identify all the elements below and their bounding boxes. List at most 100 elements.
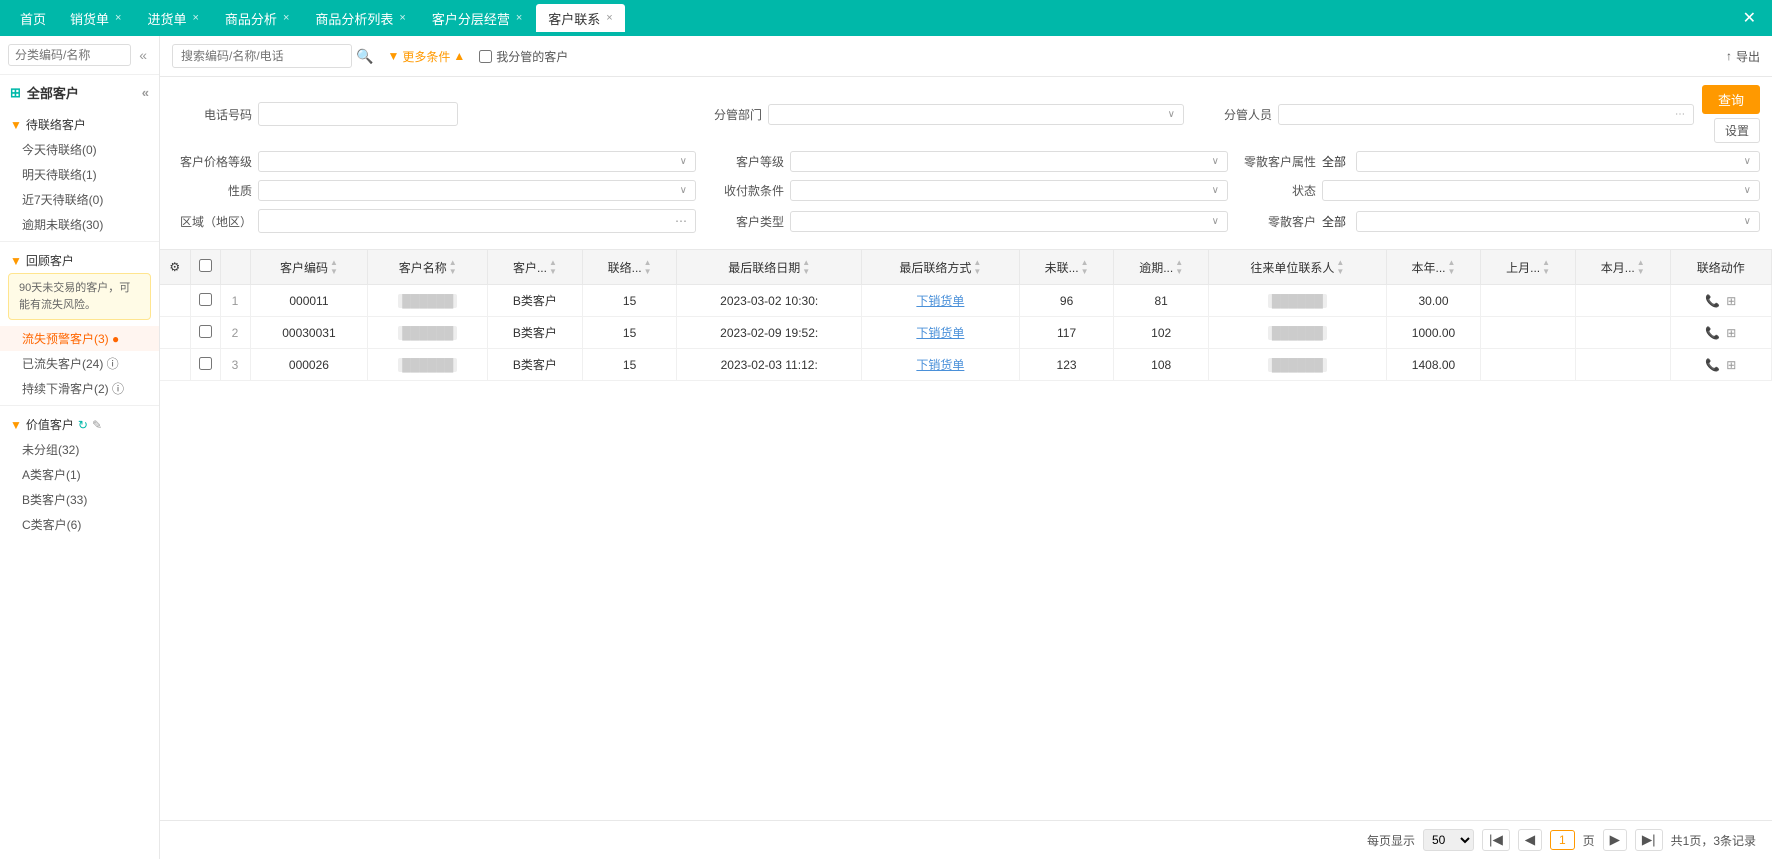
this-month-cell <box>1575 317 1670 349</box>
th-contact-count[interactable]: 联络...▲▼ <box>582 250 677 285</box>
th-last-contact-date[interactable]: 最后联络日期▲▼ <box>677 250 862 285</box>
th-customer-type[interactable]: 客户...▲▼ <box>488 250 583 285</box>
edit-icon[interactable]: ✎ <box>92 418 102 432</box>
last-contact-method-cell[interactable]: 下销货单 <box>862 317 1020 349</box>
tab-product-analysis[interactable]: 商品分析 × <box>213 4 301 32</box>
customer-type-select[interactable]: ∨ <box>790 211 1228 232</box>
sidebar-item-class-a[interactable]: A类客户(1) <box>0 462 159 487</box>
tab-home[interactable]: 首页 <box>8 9 58 28</box>
tab-purchase-order[interactable]: 进货单 × <box>135 4 210 32</box>
phone-action-icon[interactable]: 📞 <box>1705 294 1720 308</box>
sidebar-item-7days-pending[interactable]: 近7天待联络(0) <box>0 187 159 212</box>
more-action-icon[interactable]: ⊞ <box>1726 294 1736 308</box>
th-last-month[interactable]: 上月...▲▼ <box>1481 250 1576 285</box>
tab-close-customer-stratification[interactable]: × <box>516 12 522 24</box>
tab-customer-contact[interactable]: 客户联系 × <box>536 4 624 32</box>
th-this-month[interactable]: 本月...▲▼ <box>1575 250 1670 285</box>
my-customers-checkbox[interactable] <box>479 50 492 63</box>
sidebar-item-today-pending[interactable]: 今天待联络(0) <box>0 137 159 162</box>
page-next-button[interactable]: ▶ <box>1603 829 1627 851</box>
page-prev-button[interactable]: ◀ <box>1518 829 1542 851</box>
sidebar-item-unclassified[interactable]: 未分组(32) <box>0 437 159 462</box>
close-app-button[interactable]: ✕ <box>1735 8 1764 28</box>
payment-label: 收付款条件 <box>704 182 784 199</box>
more-action-icon[interactable]: ⊞ <box>1726 358 1736 372</box>
page-size-select[interactable]: 50 100 <box>1423 829 1474 851</box>
sidebar-item-tomorrow-pending[interactable]: 明天待联络(1) <box>0 162 159 187</box>
tab-close-sales-order[interactable]: × <box>115 12 121 24</box>
advanced-filter: 电话号码 分管部门 ∨ 分管人员 ⋯ 查询 设置 <box>160 77 1772 250</box>
action-cell[interactable]: 📞 ⊞ <box>1670 317 1771 349</box>
sidebar-item-churn-warning[interactable]: 流失预警客户(3) ● <box>0 326 159 351</box>
sidebar-all-customers[interactable]: ⊞ 全部客户 « <box>0 75 159 110</box>
row-checkbox[interactable] <box>199 357 212 370</box>
department-select[interactable]: ∨ <box>768 104 1184 125</box>
region-dots-icon[interactable]: ⋯ <box>675 214 687 228</box>
search-input[interactable] <box>172 44 352 68</box>
action-cell[interactable]: 📞 ⊞ <box>1670 285 1771 317</box>
th-customer-code[interactable]: 客户编码▲▼ <box>250 250 368 285</box>
action-cell[interactable]: 📞 ⊞ <box>1670 349 1771 381</box>
manager-select[interactable]: ⋯ <box>1278 104 1694 125</box>
tab-close-customer-contact[interactable]: × <box>606 12 612 24</box>
page-first-button[interactable]: |◀ <box>1482 829 1510 851</box>
my-customers-filter[interactable]: 我分管的客户 <box>479 48 568 65</box>
export-button[interactable]: ↑ 导出 <box>1726 48 1760 65</box>
sidebar-group-review-customers[interactable]: ▼ 回顾客户 <box>0 246 159 273</box>
gender-select[interactable]: ∨ <box>258 180 696 201</box>
filter-price-level-field: 客户价格等级 ∨ <box>172 151 696 172</box>
more-action-icon[interactable]: ⊞ <box>1726 326 1736 340</box>
tab-close-product-analysis[interactable]: × <box>283 12 289 24</box>
search-icon[interactable]: 🔍 <box>356 48 373 65</box>
row-checkbox[interactable] <box>199 325 212 338</box>
sidebar-item-overdue-contact[interactable]: 逾期未联络(30) <box>0 212 159 237</box>
settings-button[interactable]: 设置 <box>1714 118 1760 143</box>
phone-action-icon[interactable]: 📞 <box>1705 358 1720 372</box>
region-select[interactable]: ⋯ <box>258 209 696 233</box>
sidebar-item-class-b[interactable]: B类客户(33) <box>0 487 159 512</box>
sidebar-search-input[interactable] <box>8 44 131 66</box>
page-current[interactable]: 1 <box>1550 830 1575 850</box>
sidebar-collapse-button[interactable]: « <box>135 45 151 65</box>
retail-attr-select[interactable]: ∨ <box>1356 151 1760 172</box>
sidebar-item-declining[interactable]: 持续下滑客户(2) ⓘ <box>0 376 159 401</box>
th-no-contact-days[interactable]: 未联...▲▼ <box>1019 250 1114 285</box>
th-this-year[interactable]: 本年...▲▼ <box>1386 250 1481 285</box>
department-chevron-icon: ∨ <box>1168 109 1175 120</box>
page-last-button[interactable]: ▶| <box>1635 829 1663 851</box>
phone-input[interactable] <box>258 102 458 126</box>
phone-action-icon[interactable]: 📞 <box>1705 326 1720 340</box>
price-level-select[interactable]: ∨ <box>258 151 696 172</box>
last-contact-method-cell[interactable]: 下销货单 <box>862 349 1020 381</box>
tab-product-analysis-list[interactable]: 商品分析列表 × <box>303 4 417 32</box>
th-contact-person[interactable]: 往来单位联系人▲▼ <box>1208 250 1386 285</box>
tab-customer-stratification[interactable]: 客户分层经营 × <box>420 4 534 32</box>
last-contact-method-cell[interactable]: 下销货单 <box>862 285 1020 317</box>
tab-close-product-analysis-list[interactable]: × <box>399 12 405 24</box>
th-settings[interactable]: ⚙ <box>160 250 190 285</box>
payment-select[interactable]: ∨ <box>790 180 1228 201</box>
sort-icon-code: ▲▼ <box>330 258 338 276</box>
customer-code-cell: 00030031 <box>250 317 368 349</box>
sidebar-group-value-customers[interactable]: ▼ 价值客户 ↻ ✎ <box>0 410 159 437</box>
sidebar-item-churned[interactable]: 已流失客户(24) ⓘ <box>0 351 159 376</box>
th-last-contact-method[interactable]: 最后联络方式▲▼ <box>862 250 1020 285</box>
refresh-icon[interactable]: ↻ <box>78 418 88 432</box>
th-customer-name[interactable]: 客户名称▲▼ <box>368 250 488 285</box>
query-button[interactable]: 查询 <box>1702 85 1760 114</box>
gender-label: 性质 <box>172 182 252 199</box>
select-all-checkbox[interactable] <box>199 259 212 272</box>
sidebar-group-pending-contact[interactable]: ▼ 待联络客户 <box>0 110 159 137</box>
last-month-cell <box>1481 285 1576 317</box>
th-checkbox[interactable] <box>190 250 220 285</box>
customer-level-select[interactable]: ∨ <box>790 151 1228 172</box>
retail-customer-select[interactable]: ∨ <box>1356 211 1760 232</box>
tab-sales-order[interactable]: 销货单 × <box>58 4 133 32</box>
sidebar-item-class-c[interactable]: C类客户(6) <box>0 512 159 537</box>
th-overdue[interactable]: 逾期...▲▼ <box>1114 250 1209 285</box>
tab-close-purchase-order[interactable]: × <box>192 12 198 24</box>
row-checkbox[interactable] <box>199 293 212 306</box>
more-conditions-button[interactable]: ▼ 更多条件 ▲ <box>381 48 471 65</box>
last-contact-date-cell: 2023-02-03 11:12: <box>677 349 862 381</box>
status-select[interactable]: ∨ <box>1322 180 1760 201</box>
